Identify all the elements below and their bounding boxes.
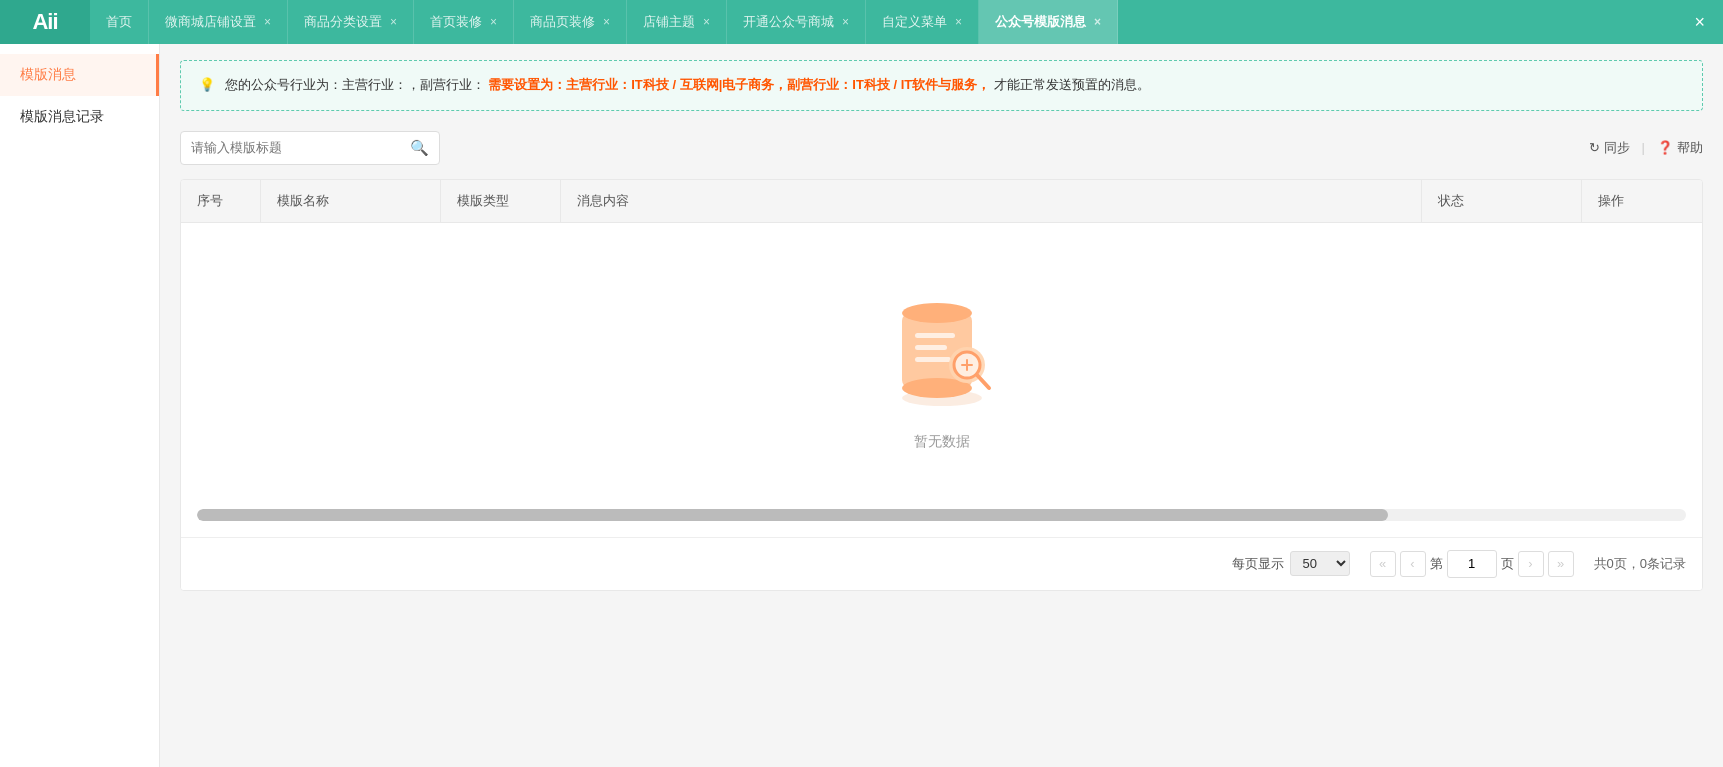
svg-line-10 <box>977 375 989 388</box>
nav-tab-home[interactable]: 首页 <box>90 0 149 44</box>
main-content: 💡 您的公众号行业为：主营行业：，副营行业： 需要设置为：主营行业：IT科技 /… <box>160 44 1723 767</box>
toolbar-divider: | <box>1642 140 1645 155</box>
th-status: 状态 <box>1422 180 1582 222</box>
nav-tab-close-product-category[interactable]: × <box>390 16 397 28</box>
notice-icon: 💡 <box>199 77 215 92</box>
help-button[interactable]: ❓ 帮助 <box>1657 139 1703 157</box>
help-label: 帮助 <box>1677 139 1703 157</box>
empty-state: 暂无数据 <box>181 223 1702 501</box>
notice-text-after: 才能正常发送预置的消息。 <box>994 77 1150 92</box>
sidebar-item-template-msg-log[interactable]: 模版消息记录 <box>0 96 159 138</box>
sidebar-item-template-msg[interactable]: 模版消息 <box>0 54 159 96</box>
nav-tab-close-home-decor[interactable]: × <box>490 16 497 28</box>
nav-tab-product-page-decor[interactable]: 商品页装修× <box>514 0 627 44</box>
search-input[interactable] <box>191 140 410 155</box>
notice-text-before: 您的公众号行业为：主营行业：，副营行业： <box>225 77 485 92</box>
first-page-button[interactable]: « <box>1370 551 1396 577</box>
main-layout: 模版消息模版消息记录 💡 您的公众号行业为：主营行业：，副营行业： 需要设置为：… <box>0 44 1723 767</box>
notice-highlight: 需要设置为：主营行业：IT科技 / 互联网|电子商务，副营行业：IT科技 / I… <box>488 77 990 92</box>
nav-tab-home-decor[interactable]: 首页装修× <box>414 0 514 44</box>
pagination: 每页显示 102050100 « ‹ 第 页 › » 共0页，0条记录 <box>181 537 1702 590</box>
page-input[interactable] <box>1447 550 1497 578</box>
page-label: 第 <box>1430 555 1443 573</box>
page-size-label: 每页显示 <box>1232 555 1284 573</box>
next-page-button[interactable]: › <box>1518 551 1544 577</box>
top-nav: Aii 首页微商城店铺设置×商品分类设置×首页装修×商品页装修×店铺主题×开通公… <box>0 0 1723 44</box>
nav-tab-custom-menu[interactable]: 自定义菜单× <box>866 0 979 44</box>
toolbar-right: ↻ 同步 | ❓ 帮助 <box>1589 139 1703 157</box>
table-header: 序号 模版名称 模版类型 消息内容 状态 操作 <box>181 180 1702 223</box>
sync-label: 同步 <box>1604 139 1630 157</box>
page-size-dropdown[interactable]: 102050100 <box>1290 551 1350 576</box>
app-logo: Aii <box>0 0 90 44</box>
nav-tab-product-category[interactable]: 商品分类设置× <box>288 0 414 44</box>
svg-rect-4 <box>915 333 955 338</box>
sync-icon: ↻ <box>1589 140 1600 155</box>
nav-tab-template-msg[interactable]: 公众号模版消息× <box>979 0 1118 44</box>
nav-tabs: 首页微商城店铺设置×商品分类设置×首页装修×商品页装修×店铺主题×开通公众号商城… <box>90 0 1676 44</box>
nav-tab-close-wechat-shop[interactable]: × <box>264 16 271 28</box>
sync-button[interactable]: ↻ 同步 <box>1589 139 1630 157</box>
prev-page-button[interactable]: ‹ <box>1400 551 1426 577</box>
th-type: 模版类型 <box>441 180 561 222</box>
sidebar: 模版消息模版消息记录 <box>0 44 160 767</box>
table-wrap: 序号 模版名称 模版类型 消息内容 状态 操作 <box>180 179 1703 591</box>
nav-tab-close-custom-menu[interactable]: × <box>955 16 962 28</box>
nav-tab-close-template-msg[interactable]: × <box>1094 16 1101 28</box>
scroll-indicator[interactable] <box>197 509 1686 521</box>
nav-tab-close-product-page-decor[interactable]: × <box>603 16 610 28</box>
page-total: 共0页，0条记录 <box>1594 555 1686 573</box>
search-bar: 🔍 ↻ 同步 | ❓ 帮助 <box>180 131 1703 165</box>
nav-tab-open-mall[interactable]: 开通公众号商城× <box>727 0 866 44</box>
th-content: 消息内容 <box>561 180 1422 222</box>
page-size-select: 每页显示 102050100 <box>1232 551 1350 576</box>
notice-box: 💡 您的公众号行业为：主营行业：，副营行业： 需要设置为：主营行业：IT科技 /… <box>180 60 1703 111</box>
empty-text: 暂无数据 <box>914 433 970 451</box>
help-icon: ❓ <box>1657 140 1673 155</box>
th-actions: 操作 <box>1582 180 1702 222</box>
nav-tab-close-open-mall[interactable]: × <box>842 16 849 28</box>
page-suffix: 页 <box>1501 555 1514 573</box>
last-page-button[interactable]: » <box>1548 551 1574 577</box>
svg-point-2 <box>902 303 972 323</box>
th-index: 序号 <box>181 180 261 222</box>
th-name: 模版名称 <box>261 180 441 222</box>
svg-rect-6 <box>915 357 951 362</box>
nav-tab-wechat-shop[interactable]: 微商城店铺设置× <box>149 0 288 44</box>
svg-rect-5 <box>915 345 947 350</box>
search-input-wrap[interactable]: 🔍 <box>180 131 440 165</box>
page-nav: « ‹ 第 页 › » <box>1370 550 1574 578</box>
empty-icon <box>877 283 1007 413</box>
nav-tab-close-shop-theme[interactable]: × <box>703 16 710 28</box>
scroll-thumb <box>197 509 1388 521</box>
search-icon[interactable]: 🔍 <box>410 139 429 157</box>
global-close-button[interactable]: × <box>1676 0 1723 44</box>
nav-tab-shop-theme[interactable]: 店铺主题× <box>627 0 727 44</box>
